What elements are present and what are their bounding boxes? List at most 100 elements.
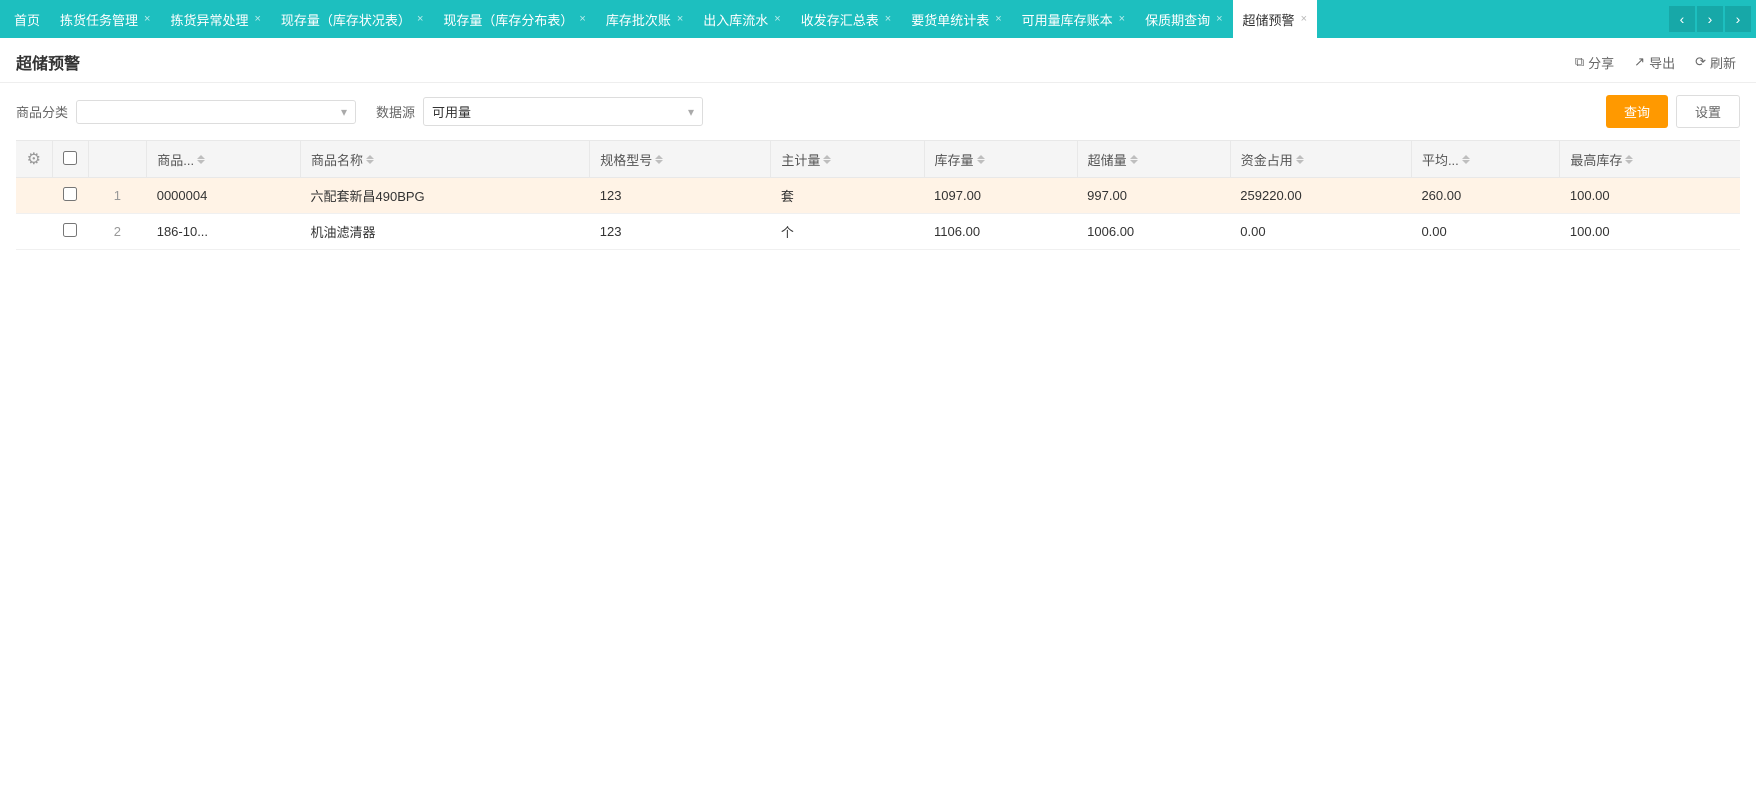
cell-unit: 个 [771,214,924,250]
close-icon[interactable]: × [885,13,891,25]
table-container: ⚙ 商品... [0,140,1756,250]
top-navbar: 首页 拣货任务管理 × 拣货异常处理 × 现存量（库存状况表） × 现存量（库存… [0,0,1756,38]
th-max-stock[interactable]: 最高库存 [1560,141,1740,178]
cell-avg: 0.00 [1411,214,1559,250]
cell-stock: 1106.00 [924,214,1077,250]
row-gear [16,178,52,214]
nav-item-stock-dist[interactable]: 现存量（库存分布表） × [433,0,595,38]
nav-item-overstock[interactable]: 超储预警 × [1233,0,1317,38]
th-unit[interactable]: 主计量 [771,141,924,178]
close-icon[interactable]: × [995,13,1001,25]
sort-icon [366,155,374,164]
close-icon[interactable]: × [1119,13,1125,25]
gear-header: ⚙ [16,141,52,178]
cell-max-stock: 100.00 [1560,214,1740,250]
category-select[interactable]: ▾ [76,100,356,124]
row-checkbox-cell [52,178,88,214]
nav-item-flow[interactable]: 出入库流水 × [693,0,790,38]
cell-avg: 260.00 [1411,178,1559,214]
th-spec[interactable]: 规格型号 [590,141,771,178]
cell-spec: 123 [590,214,771,250]
nav-item-task-mgmt[interactable]: 拣货任务管理 × [50,0,160,38]
cell-overstock: 997.00 [1077,178,1230,214]
sort-icon [823,155,831,164]
query-button[interactable]: 查询 [1606,95,1668,128]
checkbox-header [52,141,88,178]
th-capital[interactable]: 资金占用 [1230,141,1411,178]
row-gear [16,214,52,250]
gear-icon[interactable]: ⚙ [27,151,41,168]
nav-item-batch[interactable]: 库存批次账 × [596,0,693,38]
row-number: 2 [88,214,147,250]
refresh-icon: ⟳ [1695,54,1706,70]
header-actions: ⧉ 分享 ↗ 导出 ⟳ 刷新 [1571,51,1740,74]
close-icon[interactable]: × [579,13,585,25]
cell-product-name: 六配套新昌490BPG [301,178,590,214]
page-header: 超储预警 ⧉ 分享 ↗ 导出 ⟳ 刷新 [0,38,1756,83]
close-icon[interactable]: × [417,13,423,25]
nav-item-available[interactable]: 可用量库存账本 × [1012,0,1135,38]
datasource-label: 数据源 [376,102,415,121]
filter-row: 商品分类 ▾ 数据源 可用量 ▾ 查询 设置 [0,83,1756,140]
close-icon[interactable]: × [254,13,260,25]
page-title: 超储预警 [16,50,80,74]
th-stock[interactable]: 库存量 [924,141,1077,178]
share-icon: ⧉ [1575,54,1584,70]
row-checkbox[interactable] [63,223,77,237]
nav-item-exception[interactable]: 拣货异常处理 × [160,0,270,38]
close-icon[interactable]: × [1301,13,1307,25]
cell-spec: 123 [590,178,771,214]
row-checkbox[interactable] [63,187,77,201]
cell-product-code: 0000004 [147,178,301,214]
nav-left-arrow[interactable]: ‹ [1669,6,1695,32]
nav-item-order-stat[interactable]: 要货单统计表 × [901,0,1011,38]
sort-icon [1130,155,1138,164]
sort-icon [1462,155,1470,164]
sort-icon [977,155,985,164]
row-number: 1 [88,178,147,214]
filter-actions: 查询 设置 [1606,95,1740,128]
table-header-row: ⚙ 商品... [16,141,1740,178]
sort-icon [655,155,663,164]
table-row: 1 0000004 六配套新昌490BPG 123 套 1097.00 997.… [16,178,1740,214]
nav-expand-arrow[interactable]: › [1725,6,1751,32]
nav-item-expiry[interactable]: 保质期查询 × [1135,0,1232,38]
chevron-down-icon: ▾ [341,105,347,119]
datasource-select-value: 可用量 [432,102,471,121]
category-filter: 商品分类 ▾ [16,100,356,124]
nav-item-summary[interactable]: 收发存汇总表 × [791,0,901,38]
nav-item-home[interactable]: 首页 [4,0,50,38]
close-icon[interactable]: × [1216,13,1222,25]
cell-stock: 1097.00 [924,178,1077,214]
datasource-filter: 数据源 可用量 ▾ [376,97,703,126]
cell-product-code: 186-10... [147,214,301,250]
th-overstock[interactable]: 超储量 [1077,141,1230,178]
export-button[interactable]: ↗ 导出 [1630,51,1679,74]
category-label: 商品分类 [16,102,68,121]
cell-unit: 套 [771,178,924,214]
th-product-code[interactable]: 商品... [147,141,301,178]
th-product-name[interactable]: 商品名称 [301,141,590,178]
settings-button[interactable]: 设置 [1676,95,1740,128]
cell-capital: 259220.00 [1230,178,1411,214]
close-icon[interactable]: × [144,13,150,25]
export-icon: ↗ [1634,54,1645,70]
close-icon[interactable]: × [677,13,683,25]
sort-icon [1296,155,1304,164]
cell-overstock: 1006.00 [1077,214,1230,250]
sort-icon [197,155,205,164]
chevron-down-icon: ▾ [688,105,694,119]
nav-right-arrow[interactable]: › [1697,6,1723,32]
th-row-num [88,141,147,178]
data-table: ⚙ 商品... [16,140,1740,250]
page-container: 超储预警 ⧉ 分享 ↗ 导出 ⟳ 刷新 商品分类 ▾ 数据源 [0,38,1756,800]
datasource-select[interactable]: 可用量 ▾ [423,97,703,126]
refresh-button[interactable]: ⟳ 刷新 [1691,51,1740,74]
cell-max-stock: 100.00 [1560,178,1740,214]
close-icon[interactable]: × [774,13,780,25]
select-all-checkbox[interactable] [63,151,77,165]
th-avg[interactable]: 平均... [1411,141,1559,178]
row-checkbox-cell [52,214,88,250]
share-button[interactable]: ⧉ 分享 [1571,51,1618,74]
nav-item-stock-status[interactable]: 现存量（库存状况表） × [271,0,433,38]
